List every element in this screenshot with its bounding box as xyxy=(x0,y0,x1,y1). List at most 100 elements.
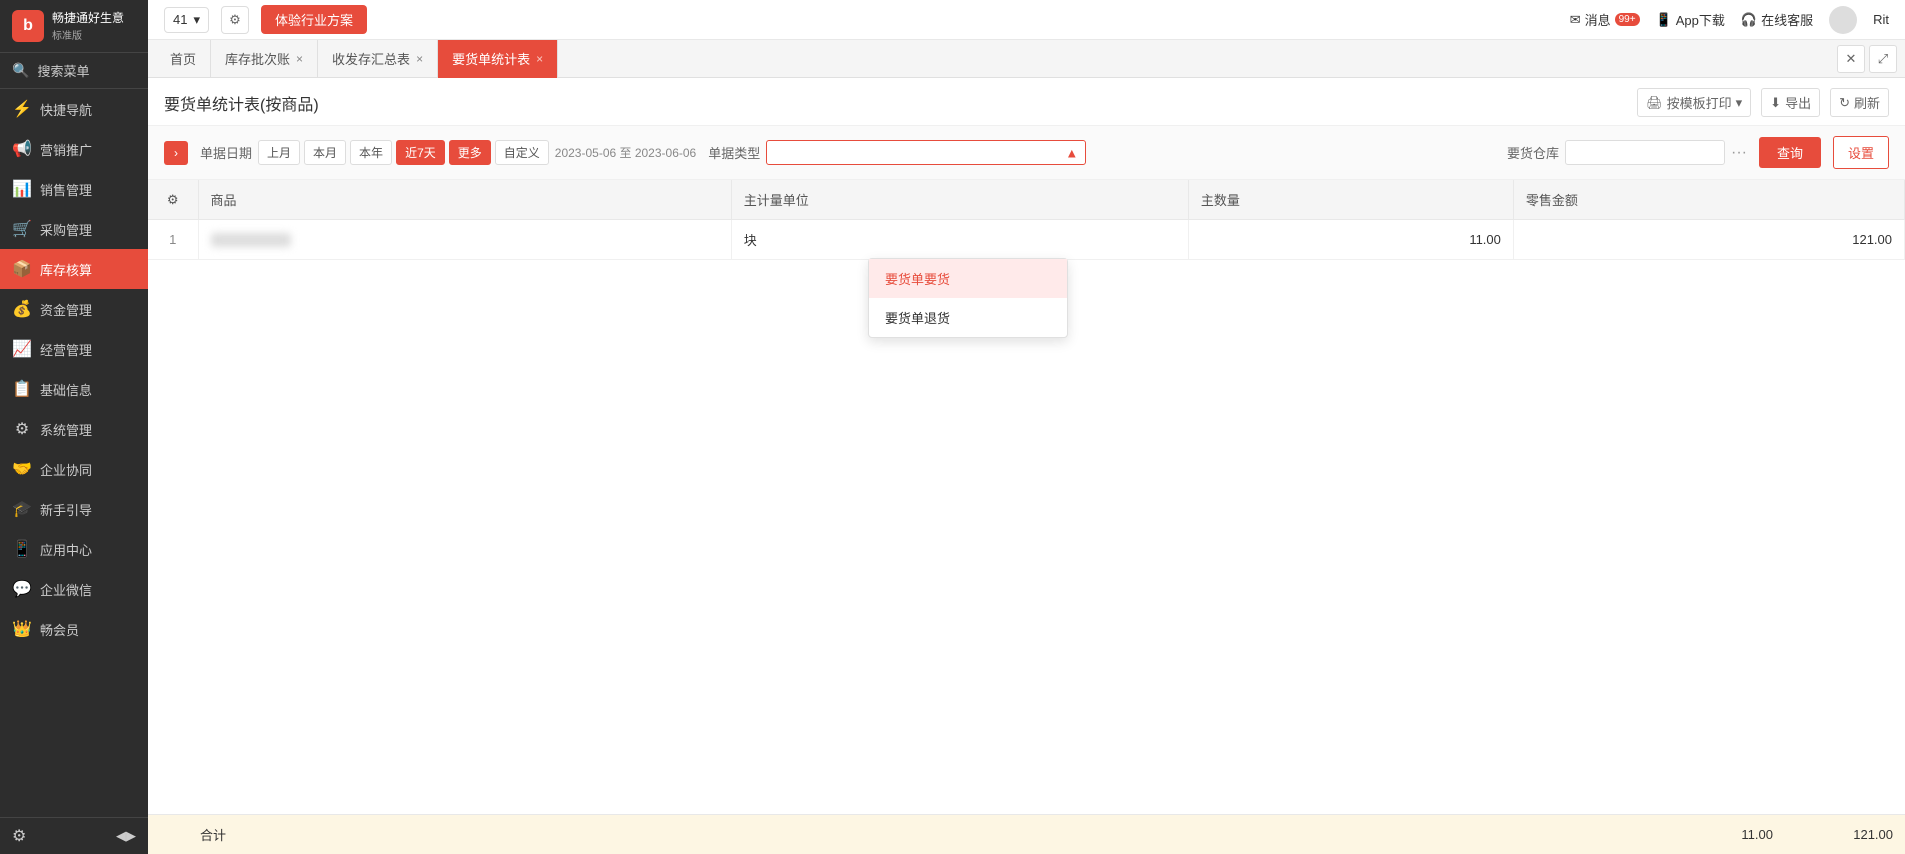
warehouse-more-icon[interactable]: ··· xyxy=(1731,144,1747,162)
app-download-btn[interactable]: 📱 App下载 xyxy=(1656,10,1725,29)
tab-inventory-batch[interactable]: 库存批次账 × xyxy=(211,40,318,78)
sidebar-item-icon: 💬 xyxy=(12,579,32,599)
dropdown-item-1[interactable]: 要货单退货 xyxy=(869,298,1067,337)
sidebar-settings-icon[interactable]: ⚙ xyxy=(12,826,26,846)
date-btn-this-year[interactable]: 本年 xyxy=(350,140,392,165)
sidebar-item-采购管理[interactable]: 🛒 采购管理 xyxy=(0,209,148,249)
tab-requisition-label: 要货单统计表 xyxy=(452,49,530,68)
sidebar-item-icon: 📦 xyxy=(12,259,32,279)
sidebar-item-新手引导[interactable]: 🎓 新手引导 xyxy=(0,489,148,529)
topbar-right: ✉ 消息 99+ 📱 App下载 🎧 在线客服 Rit xyxy=(1570,6,1889,34)
topbar-settings-icon: ⚙ xyxy=(229,12,241,28)
filter-expand-btn[interactable]: › xyxy=(164,141,188,165)
store-selector[interactable]: 41 ▾ xyxy=(164,7,209,33)
sidebar-item-icon: 🎓 xyxy=(12,499,32,519)
sidebar-item-资金管理[interactable]: 💰 资金管理 xyxy=(0,289,148,329)
col-product-header: 商品 xyxy=(198,180,731,220)
sidebar-item-label: 基础信息 xyxy=(40,380,92,399)
sidebar-item-应用中心[interactable]: 📱 应用中心 xyxy=(0,529,148,569)
export-icon: ⬇ xyxy=(1770,95,1781,111)
print-icon: 🖨 xyxy=(1646,95,1663,111)
tab-restore-btn[interactable]: ⤢ xyxy=(1869,45,1897,73)
tab-close-all-btn[interactable]: ✕ xyxy=(1837,45,1865,73)
sidebar-item-label: 资金管理 xyxy=(40,300,92,319)
date-btn-this-month[interactable]: 本月 xyxy=(304,140,346,165)
sidebar-item-icon: 🛒 xyxy=(12,219,32,239)
sidebar-item-企业微信[interactable]: 💬 企业微信 xyxy=(0,569,148,609)
date-range-btns: 上月 本月 本年 近7天 更多 自定义 xyxy=(258,140,549,165)
product-blur-placeholder xyxy=(211,233,291,247)
tab-home[interactable]: 首页 xyxy=(156,40,211,78)
tab-requisition[interactable]: 要货单统计表 × xyxy=(438,40,558,78)
user-name: Rit xyxy=(1873,12,1889,27)
row-qty: 11.00 xyxy=(1188,220,1513,260)
sidebar-collapse-icon[interactable]: ◀▶ xyxy=(116,828,136,844)
table-footer: 合计 11.00 121.00 xyxy=(148,814,1905,854)
sidebar-item-快捷导航[interactable]: ⚡ 快捷导航 xyxy=(0,89,148,129)
sidebar-item-label: 新手引导 xyxy=(40,500,92,519)
refresh-label: 刷新 xyxy=(1854,93,1880,112)
query-button[interactable]: 查询 xyxy=(1759,137,1821,168)
sidebar-item-经营管理[interactable]: 📈 经营管理 xyxy=(0,329,148,369)
refresh-btn[interactable]: ↻ 刷新 xyxy=(1830,88,1889,117)
sidebar-item-label: 库存核算 xyxy=(40,260,92,279)
sidebar-item-销售管理[interactable]: 📊 销售管理 xyxy=(0,169,148,209)
type-filter-input[interactable] xyxy=(766,140,1086,165)
sidebar-item-label: 快捷导航 xyxy=(40,100,92,119)
sidebar-logo: b 畅捷通好生意 标准版 xyxy=(0,0,148,53)
footer-amount: 121.00 xyxy=(1773,827,1893,842)
print-dropdown-icon: ▾ xyxy=(1736,95,1743,111)
app-download-label: App下载 xyxy=(1676,10,1725,29)
sidebar-footer: ⚙ ◀▶ xyxy=(0,817,148,854)
app-download-icon: 📱 xyxy=(1656,12,1672,28)
trial-button[interactable]: 体验行业方案 xyxy=(261,5,367,34)
export-label: 导出 xyxy=(1785,93,1811,112)
tab-requisition-close[interactable]: × xyxy=(536,52,543,66)
search-menu-item[interactable]: 🔍 搜索菜单 xyxy=(0,53,148,89)
sidebar-item-企业协同[interactable]: 🤝 企业协同 xyxy=(0,449,148,489)
topbar-settings-btn[interactable]: ⚙ xyxy=(221,6,249,34)
date-btn-more[interactable]: 更多 xyxy=(449,140,491,165)
sidebar-item-营销推广[interactable]: 📢 营销推广 xyxy=(0,129,148,169)
sidebar-item-畅会员[interactable]: 👑 畅会员 xyxy=(0,609,148,649)
sidebar-item-label: 系统管理 xyxy=(40,420,92,439)
col-unit-header: 主计量单位 xyxy=(731,180,1188,220)
sidebar-item-icon: 📊 xyxy=(12,179,32,199)
date-btn-7days[interactable]: 近7天 xyxy=(396,140,445,165)
sidebar-item-基础信息[interactable]: 📋 基础信息 xyxy=(0,369,148,409)
sidebar-item-label: 采购管理 xyxy=(40,220,92,239)
col-settings-header[interactable]: ⚙ xyxy=(148,180,198,220)
table-body: 1 块 11.00 121.00 xyxy=(148,220,1905,260)
date-btn-last-month[interactable]: 上月 xyxy=(258,140,300,165)
tab-inventory-batch-close[interactable]: × xyxy=(296,52,303,66)
dropdown-item-0[interactable]: 要货单要货 xyxy=(869,259,1067,298)
sidebar: b 畅捷通好生意 标准版 🔍 搜索菜单 ⚡ 快捷导航 📢 营销推广 📊 销售管理… xyxy=(0,0,148,854)
export-btn[interactable]: ⬇ 导出 xyxy=(1761,88,1820,117)
sidebar-item-icon: 💰 xyxy=(12,299,32,319)
store-dropdown-icon: ▾ xyxy=(193,12,200,28)
date-range-display: 2023-05-06 至 2023-06-06 xyxy=(555,144,696,161)
type-filter-input-wrapper: ▲ xyxy=(766,140,1086,165)
data-table: ⚙ 商品 主计量单位 主数量 零售金额 1 xyxy=(148,180,1905,260)
user-avatar[interactable] xyxy=(1829,6,1857,34)
print-btn[interactable]: 🖨 按模板打印 ▾ xyxy=(1637,88,1751,117)
message-label: 消息 xyxy=(1585,10,1611,29)
type-filter-arrow-icon[interactable]: ▲ xyxy=(1065,145,1078,160)
app-logo-icon: b xyxy=(12,10,44,42)
page-actions: 🖨 按模板打印 ▾ ⬇ 导出 ↻ 刷新 xyxy=(1637,88,1889,117)
sidebar-item-库存核算[interactable]: 📦 库存核算 xyxy=(0,249,148,289)
online-service-btn[interactable]: 🎧 在线客服 xyxy=(1741,10,1813,29)
sidebar-item-label: 企业协同 xyxy=(40,460,92,479)
app-brand: 畅捷通好生意 标准版 xyxy=(52,10,124,42)
message-icon: ✉ xyxy=(1570,12,1581,28)
settings-filter-button[interactable]: 设置 xyxy=(1833,136,1889,169)
sidebar-item-系统管理[interactable]: ⚙ 系统管理 xyxy=(0,409,148,449)
page-content: 要货单统计表(按商品) 🖨 按模板打印 ▾ ⬇ 导出 ↻ 刷新 › xyxy=(148,78,1905,854)
message-btn[interactable]: ✉ 消息 99+ xyxy=(1570,10,1640,29)
tab-summary-close[interactable]: × xyxy=(416,52,423,66)
tab-summary[interactable]: 收发存汇总表 × xyxy=(318,40,438,78)
online-service-icon: 🎧 xyxy=(1741,12,1757,28)
date-btn-custom[interactable]: 自定义 xyxy=(495,140,549,165)
sidebar-nav: ⚡ 快捷导航 📢 营销推广 📊 销售管理 🛒 采购管理 📦 库存核算 💰 资金管… xyxy=(0,89,148,817)
warehouse-filter-input[interactable] xyxy=(1565,140,1725,165)
